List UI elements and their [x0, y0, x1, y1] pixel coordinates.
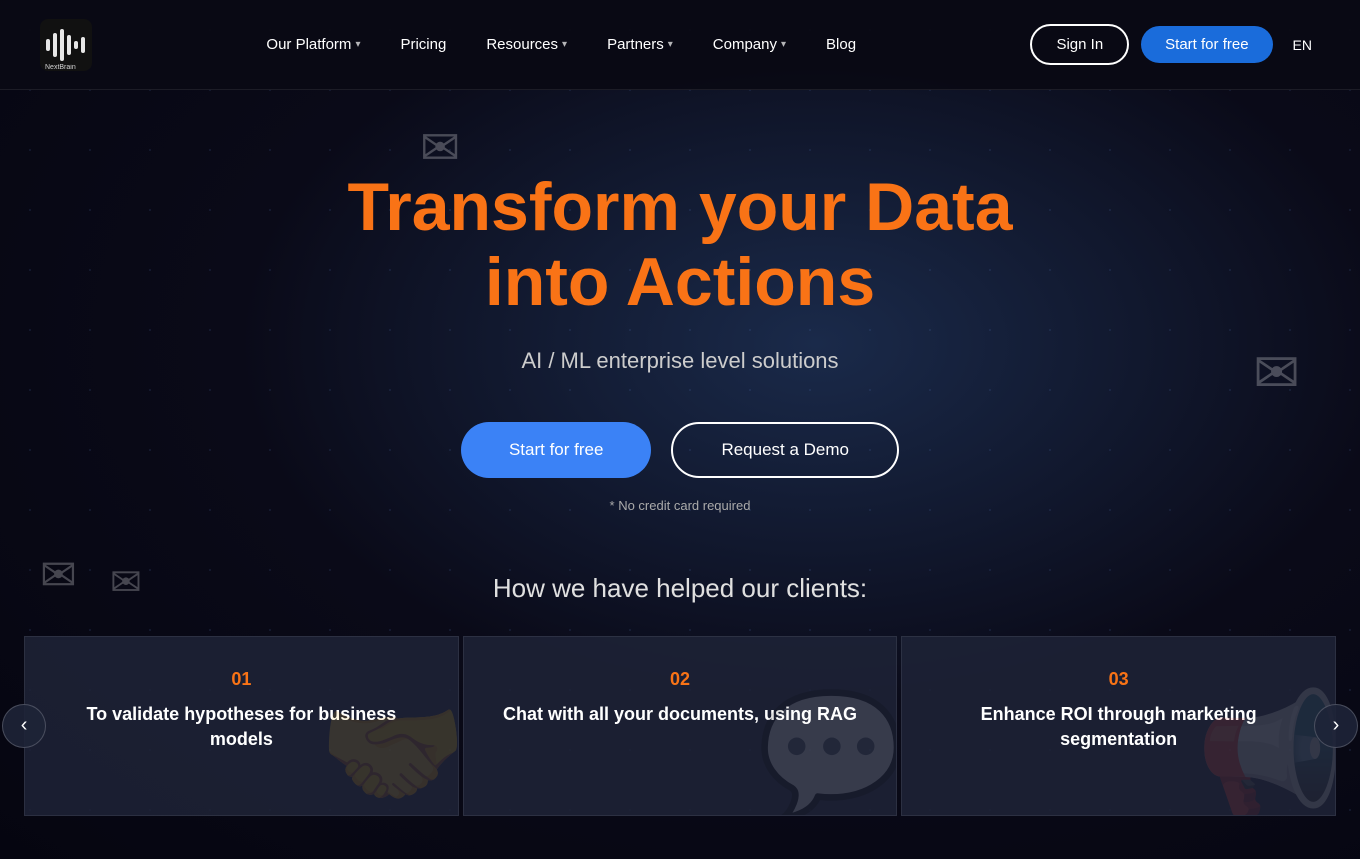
clients-section: How we have helped our clients: ‹ 01 To …	[24, 573, 1336, 816]
svg-text:NextBrain: NextBrain	[45, 64, 76, 71]
hero-title-line2: into Actions	[485, 244, 875, 320]
nav-label-partners: Partners	[607, 36, 664, 53]
start-free-button-hero[interactable]: Start for free	[461, 422, 651, 478]
chevron-down-icon: ▾	[668, 39, 673, 50]
request-demo-button[interactable]: Request a Demo	[671, 422, 899, 478]
cards-row: 01 To validate hypotheses for business m…	[24, 636, 1336, 816]
hero-title-line1: Transform your Data	[347, 169, 1012, 245]
hero-section: ✉ ✉ ✉ ✉ Transform your Data into Actions…	[0, 0, 1360, 859]
nav-label-blog: Blog	[826, 36, 856, 53]
language-selector[interactable]: EN	[1285, 29, 1320, 61]
carousel-prev-button[interactable]: ‹	[2, 704, 46, 748]
hero-buttons: Start for free Request a Demo	[461, 422, 899, 478]
client-card-3: 03 Enhance ROI through marketing segment…	[901, 636, 1336, 816]
nav-actions: Sign In Start for free EN	[1030, 24, 1320, 65]
nav-label-company: Company	[713, 36, 777, 53]
no-credit-text: * No credit card required	[610, 498, 751, 513]
signin-button[interactable]: Sign In	[1030, 24, 1129, 65]
nav-links: Our Platform ▾ Pricing Resources ▾ Partn…	[250, 28, 872, 61]
hero-subtitle: AI / ML enterprise level solutions	[521, 348, 838, 374]
logo-link[interactable]: NextBrain	[40, 19, 92, 71]
nav-item-partners[interactable]: Partners ▾	[591, 28, 689, 61]
cards-wrapper: ‹ 01 To validate hypotheses for business…	[24, 636, 1336, 816]
logo-icon: NextBrain	[40, 19, 92, 71]
chevron-down-icon: ▾	[562, 39, 567, 50]
hero-title: Transform your Data into Actions	[347, 170, 1012, 320]
nav-label-pricing: Pricing	[400, 36, 446, 53]
chevron-left-icon: ‹	[21, 714, 28, 737]
card-icon-1: 🤝	[318, 685, 458, 816]
nav-item-platform[interactable]: Our Platform ▾	[250, 28, 376, 61]
card-icon-2: 💬	[757, 685, 897, 816]
hero-content: Transform your Data into Actions AI / ML…	[24, 90, 1336, 816]
nav-label-resources: Resources	[486, 36, 558, 53]
nav-item-pricing[interactable]: Pricing	[384, 28, 462, 61]
nav-label-platform: Our Platform	[266, 36, 351, 53]
chevron-down-icon: ▾	[781, 39, 786, 50]
start-free-button-nav[interactable]: Start for free	[1141, 26, 1272, 63]
chevron-right-icon: ›	[1333, 714, 1340, 737]
navbar: NextBrain Our Platform ▾ Pricing Resourc…	[0, 0, 1360, 90]
nav-item-blog[interactable]: Blog	[810, 28, 872, 61]
nav-item-company[interactable]: Company ▾	[697, 28, 802, 61]
nav-item-resources[interactable]: Resources ▾	[470, 28, 583, 61]
clients-title: How we have helped our clients:	[24, 573, 1336, 604]
carousel-next-button[interactable]: ›	[1314, 704, 1358, 748]
client-card-1: 01 To validate hypotheses for business m…	[24, 636, 459, 816]
client-card-2: 02 Chat with all your documents, using R…	[463, 636, 898, 816]
chevron-down-icon: ▾	[355, 39, 360, 50]
card-icon-3: 📢	[1196, 685, 1336, 816]
